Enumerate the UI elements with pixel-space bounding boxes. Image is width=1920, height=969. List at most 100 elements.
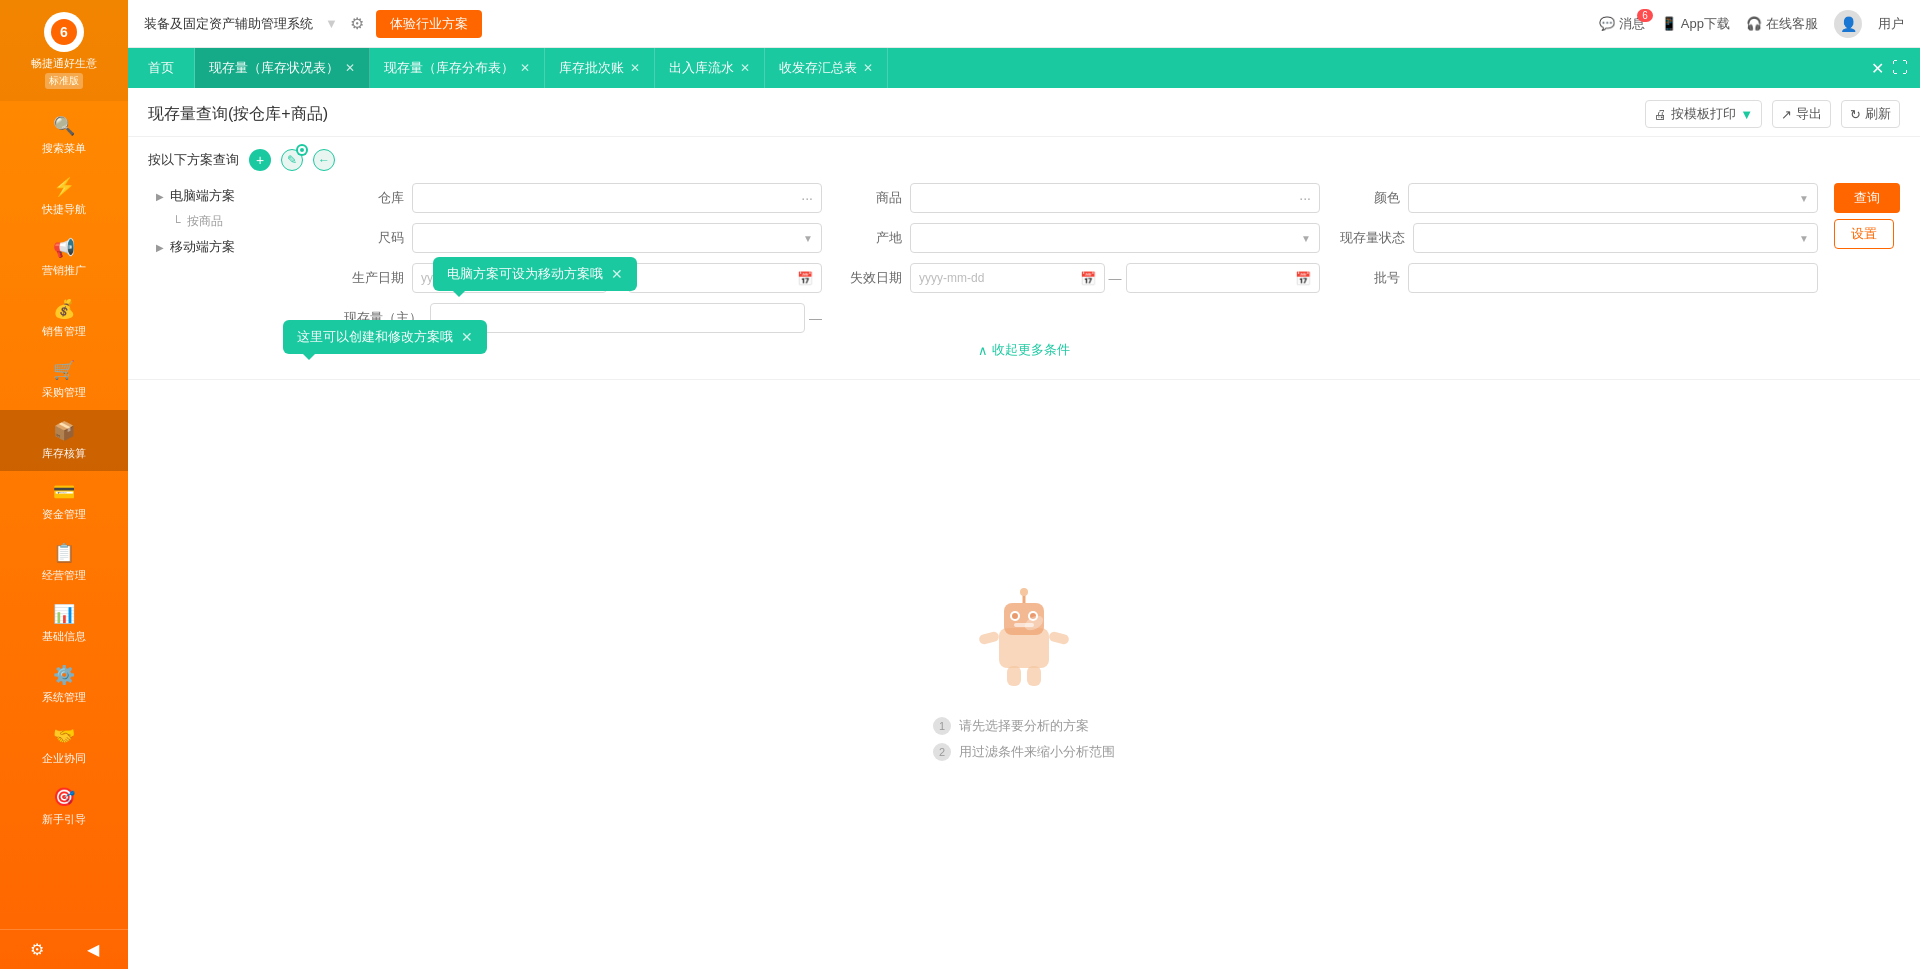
operations-icon: 📋 bbox=[53, 542, 75, 564]
filter-add-btn[interactable]: + bbox=[249, 149, 271, 171]
user-name[interactable]: 用户 bbox=[1878, 15, 1904, 33]
sidebar-item-finance[interactable]: 💳 资金管理 bbox=[0, 471, 128, 532]
sidebar-logo: 6 畅捷通好生意 标准版 bbox=[0, 0, 128, 101]
logo-badge: 标准版 bbox=[45, 73, 83, 89]
filter-body: ▶ 电脑端方案 └ 按商品 ▶ 移动端方案 bbox=[148, 183, 1900, 333]
scheme-tree-desktop-children: └ 按商品 bbox=[148, 209, 328, 234]
tab-home[interactable]: 首页 bbox=[128, 48, 195, 88]
sidebar-item-search[interactable]: 🔍 搜索菜单 bbox=[0, 105, 128, 166]
app-download-btn[interactable]: 📱 App下载 bbox=[1661, 15, 1730, 33]
sidebar-item-guide[interactable]: 🎯 新手引导 bbox=[0, 776, 128, 837]
svg-rect-13 bbox=[1027, 666, 1041, 686]
svg-rect-11 bbox=[1048, 631, 1070, 646]
sidebar-bottom: ⚙ ◀ bbox=[0, 929, 128, 969]
message-btn[interactable]: 💬 消息 6 bbox=[1599, 15, 1645, 33]
origin-field: 产地 ▼ bbox=[842, 223, 1320, 253]
warehouse-select[interactable]: ··· bbox=[412, 183, 822, 213]
tab-bar: 首页 现存量（库存状况表） ✕ 现存量（库存分布表） ✕ 库存批次账 ✕ 出入库… bbox=[128, 48, 1920, 88]
tab-expand-btn[interactable]: ⛶ bbox=[1892, 59, 1908, 77]
refresh-btn[interactable]: ↻ 刷新 bbox=[1841, 100, 1900, 128]
tab-in-out-flow[interactable]: 出入库流水 ✕ bbox=[655, 48, 765, 88]
goods-more-icon: ··· bbox=[1299, 190, 1311, 206]
prod-date-end[interactable]: 📅 bbox=[628, 263, 823, 293]
purchase-icon: 🛒 bbox=[53, 359, 75, 381]
expire-date-label: 失效日期 bbox=[842, 269, 902, 287]
scheme-tree-desktop[interactable]: ▶ 电脑端方案 bbox=[148, 183, 328, 209]
tab-close-batch-ledger[interactable]: ✕ bbox=[630, 61, 640, 75]
inventory-icon: 📦 bbox=[53, 420, 75, 442]
edit-tooltip: 这里可以创建和修改方案哦 ✕ bbox=[283, 320, 487, 354]
origin-select[interactable]: ▼ bbox=[910, 223, 1320, 253]
top-header: 装备及固定资产辅助管理系统 ▼ ⚙ 体验行业方案 💬 消息 6 📱 App下载 … bbox=[128, 0, 1920, 48]
sidebar-collapse-btn[interactable]: ◀ bbox=[87, 940, 99, 959]
filter-back-btn[interactable]: ← bbox=[313, 149, 335, 171]
sidebar-item-inventory[interactable]: 📦 库存核算 bbox=[0, 410, 128, 471]
tab-close-all-btn[interactable]: ✕ bbox=[1871, 59, 1884, 78]
tab-batch-ledger[interactable]: 库存批次账 ✕ bbox=[545, 48, 655, 88]
system-icon: ⚙️ bbox=[53, 664, 75, 686]
sidebar-nav: 🔍 搜索菜单 ⚡ 快捷导航 📢 营销推广 💰 销售管理 🛒 采购管理 📦 库存核… bbox=[0, 101, 128, 929]
tab-receive-summary[interactable]: 收发存汇总表 ✕ bbox=[765, 48, 888, 88]
svg-point-6 bbox=[1012, 613, 1018, 619]
sidebar-item-enterprise[interactable]: 🤝 企业协同 bbox=[0, 715, 128, 776]
settings-gear-icon[interactable]: ⚙ bbox=[350, 14, 364, 33]
header-divider: ▼ bbox=[325, 16, 338, 31]
sidebar-item-basic[interactable]: 📊 基础信息 bbox=[0, 593, 128, 654]
tab-close-inventory-dist[interactable]: ✕ bbox=[520, 61, 530, 75]
expire-date-end-cal-icon: 📅 bbox=[1295, 271, 1311, 286]
logo-icon: 6 bbox=[44, 12, 84, 52]
sidebar-item-operations[interactable]: 📋 经营管理 bbox=[0, 532, 128, 593]
tab-inventory-dist[interactable]: 现存量（库存分布表） ✕ bbox=[370, 48, 545, 88]
sidebar: 6 畅捷通好生意 标准版 🔍 搜索菜单 ⚡ 快捷导航 📢 营销推广 💰 销售管理… bbox=[0, 0, 128, 969]
expire-date-start[interactable]: yyyy-mm-dd 📅 bbox=[910, 263, 1105, 293]
edit-tooltip-close[interactable]: ✕ bbox=[461, 329, 473, 345]
quick-nav-icon: ⚡ bbox=[53, 176, 75, 198]
edit-icon: ✎ bbox=[287, 153, 297, 167]
user-avatar[interactable]: 👤 bbox=[1834, 10, 1862, 38]
color-select[interactable]: ▼ bbox=[1408, 183, 1818, 213]
scheme-tree: ▶ 电脑端方案 └ 按商品 ▶ 移动端方案 bbox=[148, 183, 328, 333]
scheme-tooltip-close[interactable]: ✕ bbox=[611, 266, 623, 282]
stock-status-select[interactable]: ▼ bbox=[1413, 223, 1818, 253]
tab-close-inventory-status[interactable]: ✕ bbox=[345, 61, 355, 75]
filter-edit-btn[interactable]: ✎ bbox=[281, 149, 303, 171]
tab-close-receive-summary[interactable]: ✕ bbox=[863, 61, 873, 75]
print-btn[interactable]: 🖨 按模板打印 ▼ bbox=[1645, 100, 1762, 128]
search-button[interactable]: 查询 bbox=[1834, 183, 1900, 213]
tab-inventory-status[interactable]: 现存量（库存状况表） ✕ bbox=[195, 48, 370, 88]
sales-icon: 💰 bbox=[53, 298, 75, 320]
origin-dropdown-icon: ▼ bbox=[1301, 233, 1311, 244]
goods-select[interactable]: ··· bbox=[910, 183, 1320, 213]
sidebar-settings-btn[interactable]: ⚙ bbox=[30, 940, 44, 959]
scheme-desktop-child-1[interactable]: └ 按商品 bbox=[164, 209, 328, 234]
tab-bar-actions: ✕ ⛶ bbox=[1859, 59, 1920, 78]
batch-no-input[interactable] bbox=[1408, 263, 1818, 293]
sidebar-item-marketing[interactable]: 📢 营销推广 bbox=[0, 227, 128, 288]
main-area: 装备及固定资产辅助管理系统 ▼ ⚙ 体验行业方案 💬 消息 6 📱 App下载 … bbox=[128, 0, 1920, 969]
industry-btn[interactable]: 体验行业方案 bbox=[376, 10, 482, 38]
basic-icon: 📊 bbox=[53, 603, 75, 625]
stock-status-label: 现存量状态 bbox=[1340, 229, 1405, 247]
batch-no-label: 批号 bbox=[1340, 269, 1400, 287]
collapse-label: 收起更多条件 bbox=[992, 341, 1070, 359]
filter-row-2: 尺码 ▼ 产地 ▼ bbox=[344, 223, 1818, 253]
expire-date-range: yyyy-mm-dd 📅 — 📅 bbox=[910, 263, 1320, 293]
expire-date-end[interactable]: 📅 bbox=[1126, 263, 1321, 293]
tab-close-in-out-flow[interactable]: ✕ bbox=[740, 61, 750, 75]
sidebar-item-purchase[interactable]: 🛒 采购管理 bbox=[0, 349, 128, 410]
logo-title: 畅捷通好生意 bbox=[31, 56, 97, 71]
guide-icon: 🎯 bbox=[53, 786, 75, 808]
size-select[interactable]: ▼ bbox=[412, 223, 822, 253]
sidebar-item-quick-nav[interactable]: ⚡ 快捷导航 bbox=[0, 166, 128, 227]
enterprise-icon: 🤝 bbox=[53, 725, 75, 747]
page-title: 现存量查询(按仓库+商品) bbox=[148, 104, 328, 125]
expire-date-field: 失效日期 yyyy-mm-dd 📅 — 📅 bbox=[842, 263, 1320, 293]
export-btn[interactable]: ↗ 导出 bbox=[1772, 100, 1831, 128]
warehouse-label: 仓库 bbox=[344, 189, 404, 207]
scheme-tree-mobile[interactable]: ▶ 移动端方案 bbox=[148, 234, 328, 260]
color-field: 颜色 ▼ bbox=[1340, 183, 1818, 213]
reset-button[interactable]: 设置 bbox=[1834, 219, 1894, 249]
online-support-btn[interactable]: 🎧 在线客服 bbox=[1746, 15, 1818, 33]
sidebar-item-system[interactable]: ⚙️ 系统管理 bbox=[0, 654, 128, 715]
sidebar-item-sales[interactable]: 💰 销售管理 bbox=[0, 288, 128, 349]
